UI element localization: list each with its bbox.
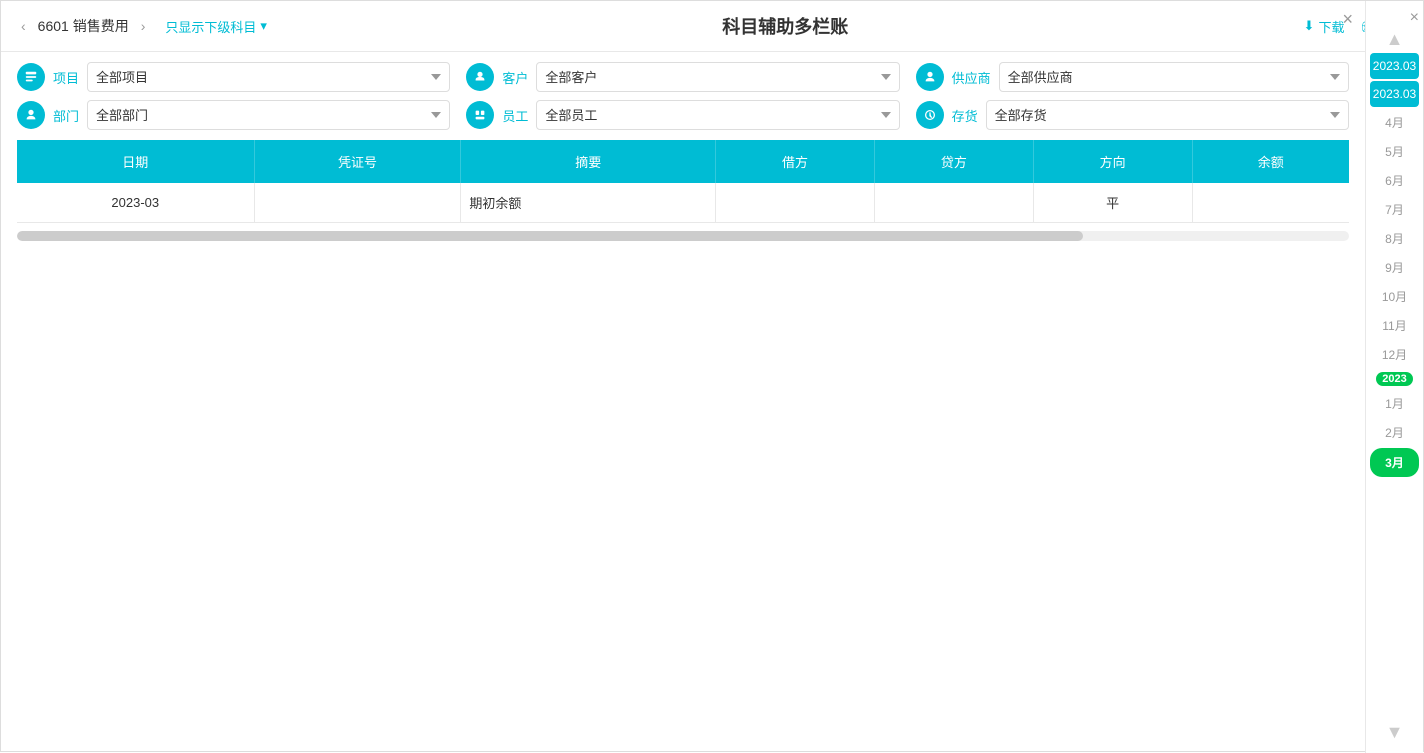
- year-badge-2023: 2023: [1376, 372, 1412, 386]
- timeline-close-button[interactable]: ×: [1410, 9, 1419, 27]
- prev-account-button[interactable]: ‹: [17, 16, 30, 36]
- table-row: 2023-03 期初余额 平: [17, 183, 1349, 223]
- chevron-down-icon: ▾: [260, 18, 267, 34]
- timeline-scroll-down[interactable]: ▼: [1384, 720, 1406, 745]
- main-container: × ‹ 6601 销售费用 › 只显示下级科目 ▾ 科目辅助多栏账 ⬇ 下载 🖨…: [0, 0, 1424, 752]
- download-label: 下载: [1318, 17, 1344, 36]
- download-icon: ⬇: [1304, 18, 1315, 34]
- timeline-panel: × ▲ 2023.03 2023.03 4月 5月 6月 7月 8月 9月 10…: [1365, 1, 1423, 753]
- filter-row-inventory: 存货 全部存货: [916, 100, 1349, 130]
- cell-debit: [716, 183, 875, 223]
- timeline-item-3-active[interactable]: 3月: [1370, 448, 1419, 477]
- supplier-select[interactable]: 全部供应商: [999, 62, 1349, 92]
- main-table: 日期 凭证号 摘要 借方 贷方 方向 余额 2023-03 期初余额 平: [17, 140, 1349, 223]
- filter-row-department: 部门 全部部门: [17, 100, 450, 130]
- inventory-label: 存货: [952, 106, 978, 125]
- inventory-select[interactable]: 全部存货: [986, 100, 1349, 130]
- cell-direction: 平: [1033, 183, 1192, 223]
- page-title: 科目辅助多栏账: [275, 13, 1296, 39]
- inventory-icon: [916, 101, 944, 129]
- table-header-row: 日期 凭证号 摘要 借方 贷方 方向 余额: [17, 140, 1349, 183]
- show-sub-button[interactable]: 只显示下级科目 ▾: [165, 17, 267, 36]
- project-select[interactable]: 全部项目: [87, 62, 450, 92]
- cell-date: 2023-03: [17, 183, 254, 223]
- timeline-item-12[interactable]: 12月: [1366, 340, 1423, 369]
- filter-row-employee: 员工 全部员工: [466, 100, 899, 130]
- col-credit: 贷方: [874, 140, 1033, 183]
- timeline-item-2023-03-1[interactable]: 2023.03: [1370, 53, 1419, 79]
- timeline-item-2023-03-2[interactable]: 2023.03: [1370, 81, 1419, 107]
- supplier-label: 供应商: [952, 68, 991, 87]
- col-balance: 余额: [1192, 140, 1349, 183]
- customer-icon: [466, 63, 494, 91]
- employee-select[interactable]: 全部员工: [536, 100, 899, 130]
- header: ‹ 6601 销售费用 › 只显示下级科目 ▾ 科目辅助多栏账 ⬇ 下载 🖨 打…: [1, 1, 1423, 52]
- project-label: 项目: [53, 68, 79, 87]
- cell-voucher: [254, 183, 461, 223]
- timeline-item-5[interactable]: 5月: [1366, 137, 1423, 166]
- next-account-button[interactable]: ›: [137, 16, 150, 36]
- cell-desc: 期初余额: [461, 183, 716, 223]
- timeline-scroll-up[interactable]: ▲: [1384, 27, 1406, 52]
- timeline-item-1[interactable]: 1月: [1366, 389, 1423, 418]
- download-button[interactable]: ⬇ 下载: [1304, 17, 1345, 36]
- cell-balance: [1192, 183, 1349, 223]
- timeline-item-11[interactable]: 11月: [1366, 311, 1423, 340]
- department-icon: [17, 101, 45, 129]
- close-button[interactable]: ×: [1342, 9, 1353, 30]
- filter-row-project: 项目 全部项目: [17, 62, 450, 92]
- timeline-item-4[interactable]: 4月: [1366, 108, 1423, 137]
- timeline-item-10[interactable]: 10月: [1366, 282, 1423, 311]
- filter-row-customer: 客户 全部客户: [466, 62, 899, 92]
- show-sub-label: 只显示下级科目: [165, 17, 256, 36]
- timeline-item-8[interactable]: 8月: [1366, 224, 1423, 253]
- col-date: 日期: [17, 140, 254, 183]
- employee-icon: [466, 101, 494, 129]
- department-select[interactable]: 全部部门: [87, 100, 450, 130]
- scrollbar-thumb[interactable]: [17, 231, 1083, 241]
- col-desc: 摘要: [461, 140, 716, 183]
- employee-label: 员工: [502, 106, 528, 125]
- timeline-item-9[interactable]: 9月: [1366, 253, 1423, 282]
- department-label: 部门: [53, 106, 79, 125]
- customer-label: 客户: [502, 68, 528, 87]
- table-wrapper: 日期 凭证号 摘要 借方 贷方 方向 余额 2023-03 期初余额 平: [17, 140, 1349, 223]
- col-direction: 方向: [1033, 140, 1192, 183]
- filter-row-supplier: 供应商 全部供应商: [916, 62, 1349, 92]
- project-icon: [17, 63, 45, 91]
- horizontal-scrollbar[interactable]: [17, 231, 1349, 241]
- col-debit: 借方: [716, 140, 875, 183]
- timeline-item-2[interactable]: 2月: [1366, 418, 1423, 447]
- timeline-item-6[interactable]: 6月: [1366, 166, 1423, 195]
- filter-area: 项目 全部项目 客户 全部客户 供应商 全部供应商: [1, 52, 1423, 140]
- account-code: 6601 销售费用: [38, 16, 129, 36]
- timeline-item-7[interactable]: 7月: [1366, 195, 1423, 224]
- cell-credit: [874, 183, 1033, 223]
- customer-select[interactable]: 全部客户: [536, 62, 899, 92]
- supplier-icon: [916, 63, 944, 91]
- col-voucher: 凭证号: [254, 140, 461, 183]
